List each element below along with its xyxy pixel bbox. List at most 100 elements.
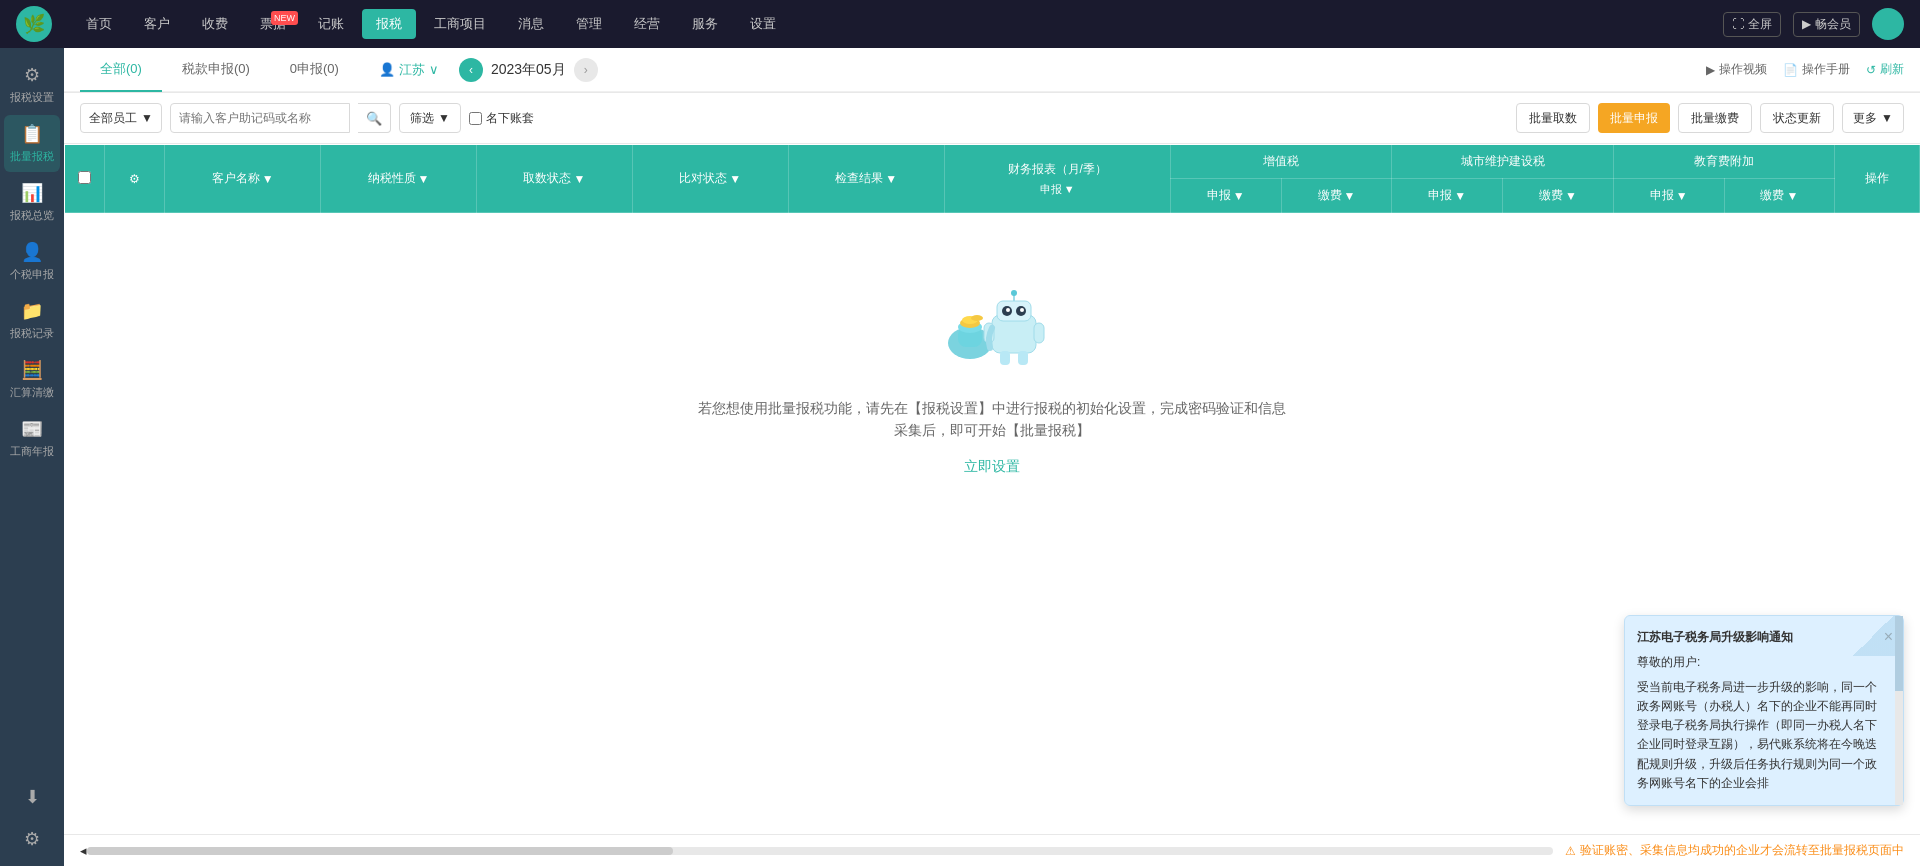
nav-customer[interactable]: 客户 <box>130 9 184 39</box>
svg-rect-17 <box>1018 351 1028 365</box>
sidebar-item-tax-records[interactable]: 📁 报税记录 <box>4 292 60 349</box>
svg-rect-16 <box>1000 351 1010 365</box>
employee-select-label: 全部员工 <box>89 110 137 127</box>
notification-scrollbar[interactable] <box>1895 616 1903 806</box>
annual-report-icon: 📰 <box>21 418 43 440</box>
sidebar-item-bottom-settings[interactable]: ⚙ <box>4 820 60 858</box>
member-button[interactable]: ▶ 畅会员 <box>1793 12 1860 37</box>
tab-tax-declare[interactable]: 税款申报(0) <box>162 48 270 92</box>
filter-button[interactable]: 筛选 ▼ <box>399 103 461 133</box>
employee-select-icon: ▼ <box>141 111 153 125</box>
date-next-button[interactable]: › <box>574 58 598 82</box>
sidebar-item-download[interactable]: ⬇ <box>4 778 60 816</box>
edu-declare-filter-icon: ▼ <box>1676 189 1688 203</box>
region-selector[interactable]: 👤 江苏 ∨ <box>379 61 439 79</box>
nav-operation[interactable]: 经营 <box>620 9 674 39</box>
warning-icon: ⚠ <box>1565 844 1576 858</box>
logo-icon: 🌿 <box>23 13 45 35</box>
th-check-result: 检查结果 ▼ <box>788 145 944 213</box>
nav-accounting[interactable]: 记账 <box>304 9 358 39</box>
filter-icon: ▼ <box>262 172 274 186</box>
more-button[interactable]: 更多 ▼ <box>1842 103 1904 133</box>
account-checkbox[interactable] <box>469 112 482 125</box>
svg-point-10 <box>1006 308 1010 312</box>
th-vat-declare: 申报 ▼ <box>1170 179 1281 213</box>
notification-greeting: 尊敬的用户: <box>1637 653 1891 672</box>
nav-invoice[interactable]: 票据 NEW <box>246 9 300 39</box>
scroll-left-arrow: ◂ <box>80 843 87 858</box>
sidebar-item-tax-overview[interactable]: 📊 报税总览 <box>4 174 60 231</box>
fetch-status-filter-icon: ▼ <box>573 172 585 186</box>
search-input[interactable] <box>170 103 350 133</box>
op-manual[interactable]: 📄 操作手册 <box>1783 61 1850 78</box>
setup-link[interactable]: 立即设置 <box>964 458 1020 476</box>
batch-fetch-button[interactable]: 批量取数 <box>1516 103 1590 133</box>
sidebar-item-settlement[interactable]: 🧮 汇算清缴 <box>4 351 60 408</box>
vat-declare-filter-icon: ▼ <box>1233 189 1245 203</box>
th-edu-pay: 缴费 ▼ <box>1724 179 1835 213</box>
nav-business[interactable]: 工商项目 <box>420 9 500 39</box>
fullscreen-button[interactable]: ⛶ 全屏 <box>1723 12 1781 37</box>
member-icon: ▶ <box>1802 17 1811 31</box>
sidebar-item-tax-settings[interactable]: ⚙ 报税设置 <box>4 56 60 113</box>
nav-service[interactable]: 服务 <box>678 9 732 39</box>
status-update-button[interactable]: 状态更新 <box>1760 103 1834 133</box>
nav-settings[interactable]: 设置 <box>736 9 790 39</box>
logo[interactable]: 🌿 <box>16 6 52 42</box>
batch-tax-icon: 📋 <box>21 123 43 145</box>
th-financial-report: 财务报表（月/季） 申报 ▼ <box>944 145 1170 213</box>
nav-billing[interactable]: 收费 <box>188 9 242 39</box>
region-label: 江苏 <box>399 61 425 79</box>
bottom-settings-icon: ⚙ <box>24 828 40 850</box>
svg-point-13 <box>1011 290 1017 296</box>
bottom-bar: ◂ ⚠ 验证账密、采集信息均成功的企业才会流转至批量报税页面中 <box>64 834 1920 866</box>
select-all-checkbox[interactable] <box>78 171 91 184</box>
op-video[interactable]: ▶ 操作视频 <box>1706 61 1767 78</box>
nav-tax[interactable]: 报税 <box>362 9 416 39</box>
left-sidebar: ⚙ 报税设置 📋 批量报税 📊 报税总览 👤 个税申报 📁 报税记录 🧮 汇算清… <box>0 48 64 866</box>
sidebar-item-batch-tax[interactable]: 📋 批量报税 <box>4 115 60 172</box>
empty-state-cell: 若您想使用批量报税功能，请先在【报税设置】中进行报税的初始化设置，完成密码验证和… <box>65 213 1920 536</box>
batch-declare-button[interactable]: 批量申报 <box>1598 103 1670 133</box>
date-display: 2023年05月 <box>491 61 566 79</box>
refresh-button[interactable]: ↺ 刷新 <box>1866 61 1904 78</box>
sidebar-item-personal-tax[interactable]: 👤 个税申报 <box>4 233 60 290</box>
manual-icon: 📄 <box>1783 63 1798 77</box>
filter-row: 全部员工 ▼ 🔍 筛选 ▼ 名下账套 批量取数 批量申报 批量缴费 状态更新 <box>64 93 1920 144</box>
th-edu-group: 教育费附加 <box>1613 145 1834 179</box>
search-button[interactable]: 🔍 <box>358 103 391 133</box>
region-dropdown-icon: ∨ <box>429 62 439 77</box>
nav-management[interactable]: 管理 <box>562 9 616 39</box>
tax-overview-icon: 📊 <box>21 182 43 204</box>
user-avatar[interactable] <box>1872 8 1904 40</box>
nav-message[interactable]: 消息 <box>504 9 558 39</box>
vat-pay-filter-icon: ▼ <box>1344 189 1356 203</box>
header-section: 全部(0) 税款申报(0) 0申报(0) 👤 江苏 ∨ ‹ 2023年05月 › <box>64 48 1920 93</box>
bottom-scrollbar[interactable] <box>87 847 1553 855</box>
th-settings: ⚙ <box>105 145 165 213</box>
bottom-scrollbar-thumb <box>87 847 673 855</box>
compare-status-filter-icon: ▼ <box>729 172 741 186</box>
th-customer-name: 客户名称 ▼ <box>165 145 321 213</box>
date-prev-button[interactable]: ‹ <box>459 58 483 82</box>
employee-select[interactable]: 全部员工 ▼ <box>80 103 162 133</box>
filter-label: 筛选 <box>410 110 434 127</box>
tab-all[interactable]: 全部(0) <box>80 48 162 92</box>
sidebar-item-annual-report[interactable]: 📰 工商年报 <box>4 410 60 467</box>
svg-rect-15 <box>1034 323 1044 343</box>
th-settings-icon: ⚙ <box>129 172 140 186</box>
tabs-group: 全部(0) 税款申报(0) 0申报(0) <box>80 48 359 92</box>
download-icon: ⬇ <box>25 786 40 808</box>
notification-scrollbar-thumb <box>1895 616 1903 692</box>
empty-message: 若您想使用批量报税功能，请先在【报税设置】中进行报税的初始化设置，完成密码验证和… <box>692 397 1292 442</box>
th-city-group: 城市维护建设税 <box>1392 145 1613 179</box>
city-declare-filter-icon: ▼ <box>1454 189 1466 203</box>
tab-zero-declare[interactable]: 0申报(0) <box>270 48 359 92</box>
nav-home[interactable]: 首页 <box>72 9 126 39</box>
batch-pay-button[interactable]: 批量缴费 <box>1678 103 1752 133</box>
nav-right: ⛶ 全屏 ▶ 畅会员 <box>1723 8 1904 40</box>
th-city-declare: 申报 ▼ <box>1392 179 1503 213</box>
empty-state: 若您想使用批量报税功能，请先在【报税设置】中进行报税的初始化设置，完成密码验证和… <box>65 213 1920 536</box>
new-badge: NEW <box>271 11 298 25</box>
account-checkbox-label[interactable]: 名下账套 <box>469 110 534 127</box>
